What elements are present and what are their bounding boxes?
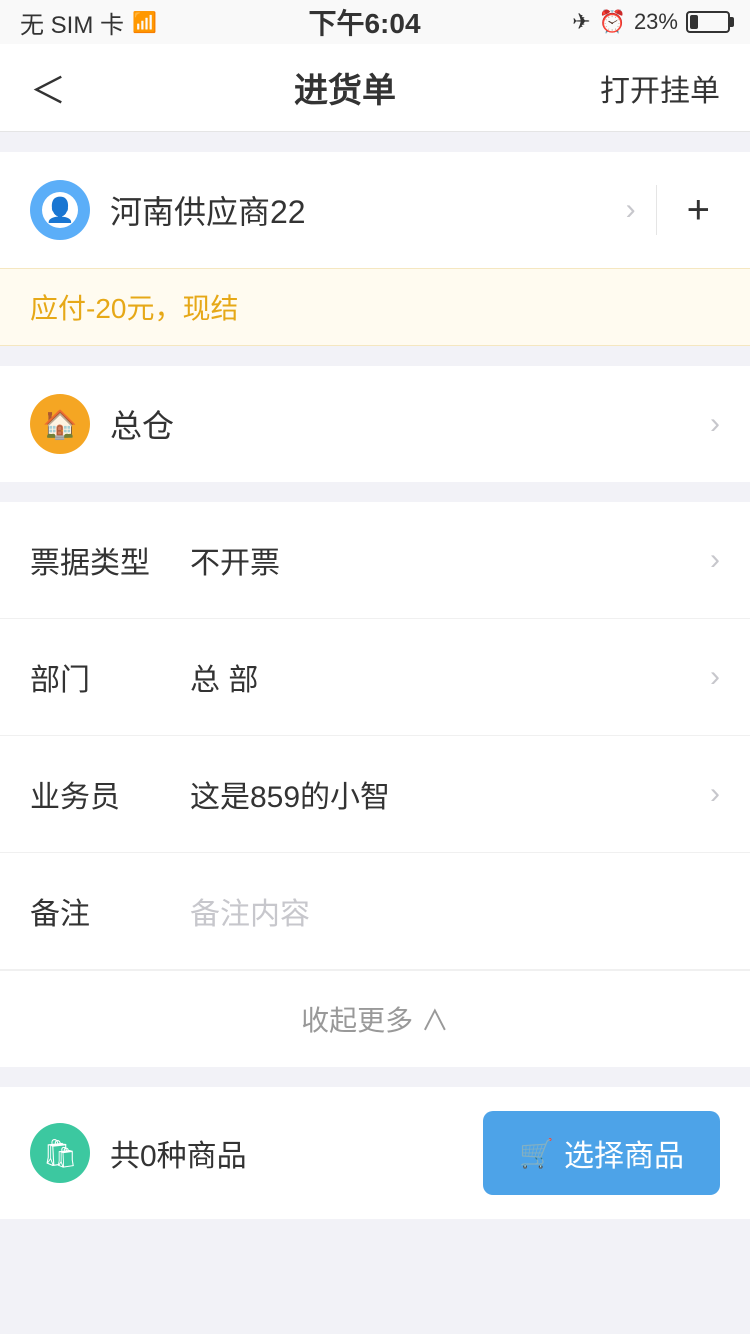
invoice-value: 不开票 [190, 538, 710, 582]
alarm-icon: ⏰ [599, 9, 626, 35]
product-bar: 🛍 共0种商品 🛒 选择商品 [0, 1087, 750, 1219]
dept-value: 总 部 [190, 655, 710, 699]
warehouse-name: 总仓 [110, 401, 710, 447]
select-product-button[interactable]: 🛒 选择商品 [483, 1111, 720, 1195]
warehouse-chevron-icon: › [710, 407, 720, 441]
select-product-label: 选择商品 [564, 1131, 684, 1175]
person-icon: 👤 [45, 196, 75, 225]
wifi-icon: 📶 [132, 10, 157, 35]
product-bag-icon: 🛍 [42, 1137, 78, 1170]
salesman-value: 这是859的小智 [190, 772, 710, 816]
section-divider-3 [0, 482, 750, 502]
product-icon-wrap: 🛍 [30, 1123, 90, 1183]
warehouse-row[interactable]: 🏠 总仓 › [0, 366, 750, 482]
notice-text: 应付-20元，现结 [30, 293, 238, 324]
dept-chevron-icon: › [710, 660, 720, 694]
status-left: 无 SIM 卡 📶 [20, 5, 157, 40]
invoice-chevron-icon: › [710, 543, 720, 577]
section-divider-1 [0, 132, 750, 152]
status-right: ✈ ⏰ 23% [572, 9, 730, 35]
salesman-row[interactable]: 业务员 这是859的小智 › [0, 736, 750, 853]
invoice-label: 票据类型 [30, 538, 170, 582]
nav-bar: ＜ 进货单 打开挂单 [0, 44, 750, 132]
salesman-label: 业务员 [30, 772, 170, 816]
status-bar: 无 SIM 卡 📶 下午6:04 ✈ ⏰ 23% [0, 0, 750, 44]
back-button[interactable]: ＜ [30, 62, 90, 114]
collapse-label: 收起更多 ∧ [301, 999, 449, 1039]
page-title: 进货单 [294, 63, 396, 112]
dept-row[interactable]: 部门 总 部 › [0, 619, 750, 736]
remark-row[interactable]: 备注 备注内容 [0, 853, 750, 970]
supplier-row[interactable]: 👤 河南供应商22 › + [0, 152, 750, 268]
invoice-row[interactable]: 票据类型 不开票 › [0, 502, 750, 619]
supplier-avatar: 👤 [30, 180, 90, 240]
section-divider-4 [0, 1067, 750, 1087]
form-section: 票据类型 不开票 › 部门 总 部 › 业务员 这是859的小智 › 备注 备注… [0, 502, 750, 1067]
warehouse-section: 🏠 总仓 › [0, 366, 750, 482]
battery-percent: 23% [634, 9, 678, 35]
open-pending-button[interactable]: 打开挂单 [600, 66, 720, 110]
house-icon: 🏠 [43, 408, 78, 441]
avatar-inner: 👤 [42, 192, 78, 228]
product-count: 共0种商品 [110, 1131, 483, 1175]
collapse-row[interactable]: 收起更多 ∧ [0, 970, 750, 1067]
dept-label: 部门 [30, 655, 170, 699]
chevron-right-icon: › [626, 193, 636, 227]
cart-icon: 🛒 [519, 1137, 554, 1170]
carrier-label: 无 SIM 卡 [20, 5, 124, 40]
notice-bar: 应付-20元，现结 [0, 268, 750, 346]
vertical-divider [656, 185, 657, 235]
remark-input[interactable]: 备注内容 [190, 889, 720, 933]
location-icon: ✈ [572, 9, 590, 35]
add-supplier-button[interactable]: + [677, 188, 720, 233]
supplier-name: 河南供应商22 [110, 187, 626, 233]
supplier-section: 👤 河南供应商22 › + 应付-20元，现结 [0, 152, 750, 346]
warehouse-icon-wrap: 🏠 [30, 394, 90, 454]
section-divider-2 [0, 346, 750, 366]
remark-label: 备注 [30, 889, 170, 933]
salesman-chevron-icon: › [710, 777, 720, 811]
battery-icon [686, 11, 730, 33]
status-time: 下午6:04 [308, 2, 420, 42]
